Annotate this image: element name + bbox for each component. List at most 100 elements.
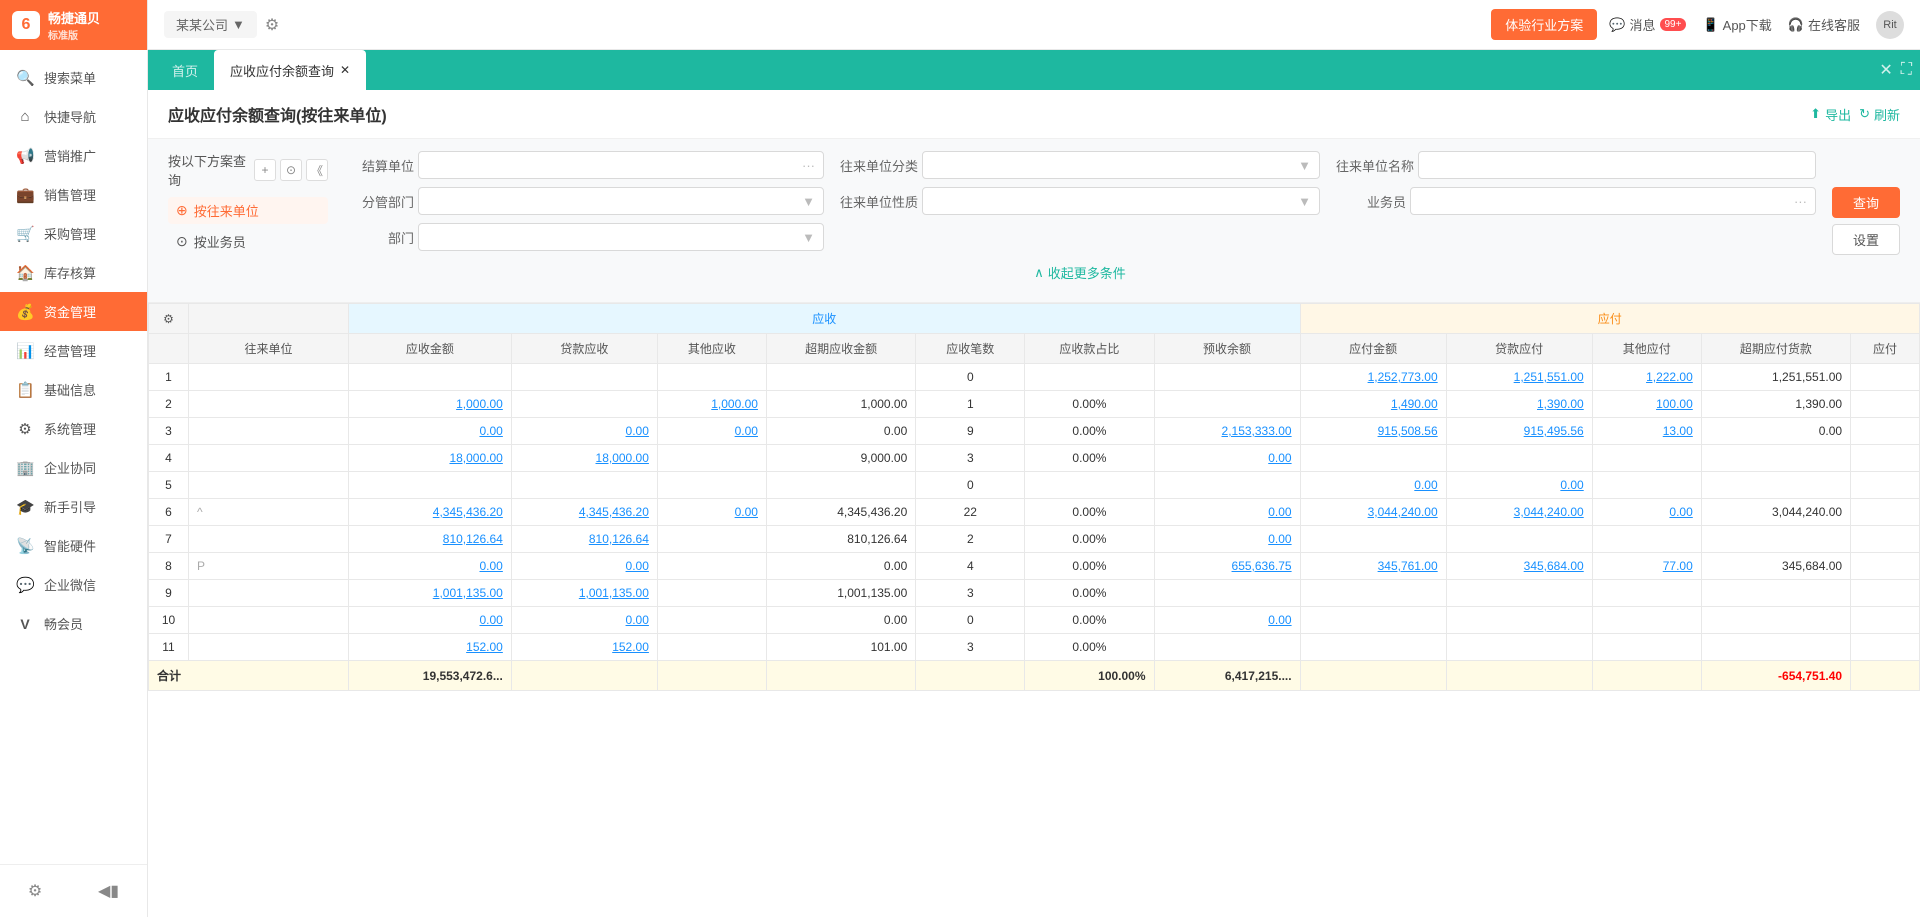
scheme-item-partner[interactable]: ⊕ 按往来单位	[168, 197, 328, 224]
sidebar-item-capital[interactable]: 💰 资金管理	[0, 292, 147, 331]
sidebar-item-base-info[interactable]: 📋 基础信息	[0, 370, 147, 409]
th-prepay[interactable]: 预收余额	[1154, 334, 1300, 364]
division-dept-select[interactable]: ▼	[418, 187, 824, 215]
sidebar-item-inventory[interactable]: 🏠 库存核算	[0, 253, 147, 292]
th-ar-ratio[interactable]: 应收款占比	[1025, 334, 1154, 364]
cell-ar-count: 2	[916, 526, 1025, 553]
th-overdue-ap[interactable]: 超期应付货款	[1701, 334, 1850, 364]
scheme-item-salesman[interactable]: ⊙ 按业务员	[168, 228, 328, 255]
cell-overdue-ar: 101.00	[766, 634, 915, 661]
sidebar-item-system[interactable]: ⚙ 系统管理	[0, 409, 147, 448]
tabbar-expand-button[interactable]: ⛶	[1901, 61, 1912, 79]
sidebar-item-purchase[interactable]: 🛒 采购管理	[0, 214, 147, 253]
online-service-button[interactable]: 🎧 在线客服	[1788, 15, 1860, 34]
export-button[interactable]: ⬆ 导出	[1810, 105, 1851, 124]
sidebar-item-marketing[interactable]: 📢 营销推广	[0, 136, 147, 175]
settlement-unit-input[interactable]: ···	[418, 151, 824, 179]
partner-name-input[interactable]	[1418, 151, 1816, 179]
cell-ap-amount	[1300, 607, 1446, 634]
cell-ap-more	[1851, 634, 1920, 661]
th-ap-more[interactable]: 应付	[1851, 334, 1920, 364]
sidebar-settings-button[interactable]: ⚙	[16, 875, 54, 907]
cell-overdue-ar: 0.00	[766, 418, 915, 445]
promo-button[interactable]: 体验行业方案	[1491, 9, 1597, 40]
footer-ar-count	[916, 661, 1025, 691]
dept-select[interactable]: ▼	[418, 223, 824, 251]
corp-collab-icon: 🏢	[16, 459, 34, 477]
filter-target-button[interactable]: ⊙	[280, 159, 302, 181]
th-loan-ar[interactable]: 贷款应收	[511, 334, 657, 364]
tab-close-icon[interactable]: ✕	[340, 63, 350, 77]
th-ar-count[interactable]: 应收笔数	[916, 334, 1025, 364]
th-overdue-ar[interactable]: 超期应收金额	[766, 334, 915, 364]
cell-row-num: 10	[149, 607, 189, 634]
scheme-partner-label: 按往来单位	[194, 201, 259, 220]
page: 应收应付余额查询(按往来单位) ⬆ 导出 ↻ 刷新 按以下方案查询	[148, 90, 1920, 917]
filter-back-button[interactable]: 《	[306, 159, 328, 181]
th-loan-ap[interactable]: 贷款应付	[1446, 334, 1592, 364]
quick-nav-icon: ⌂	[16, 108, 34, 125]
table-row: 9 1,001,135.00 1,001,135.00 1,001,135.00…	[149, 580, 1920, 607]
ar-group-header: 应收	[349, 304, 1301, 334]
partner-category-select[interactable]: ▼	[922, 151, 1320, 179]
header-gear-icon[interactable]: ⚙	[265, 15, 279, 35]
cell-ar-amount: 18,000.00	[349, 445, 512, 472]
table-row: 2 1,000.00 1,000.00 1,000.00 1 0.00% 1,4…	[149, 391, 1920, 418]
message-button[interactable]: 💬 消息 99+	[1609, 15, 1686, 34]
page-actions: ⬆ 导出 ↻ 刷新	[1810, 105, 1900, 124]
cell-overdue-ap: 1,390.00	[1701, 391, 1850, 418]
filter-salesman: 业务员 ···	[1336, 187, 1816, 215]
cell-loan-ap: 0.00	[1446, 472, 1592, 499]
sidebar-item-quick-nav[interactable]: ⌂ 快捷导航	[0, 97, 147, 136]
tab-ar-query[interactable]: 应收应付余额查询 ✕	[214, 50, 366, 90]
sidebar-item-vip[interactable]: V 畅会员	[0, 604, 147, 643]
app-edition: 标准版	[48, 27, 100, 42]
filter-scheme-label: 按以下方案查询	[168, 151, 248, 189]
th-other-ar[interactable]: 其他应收	[657, 334, 766, 364]
cell-loan-ar: 1,001,135.00	[511, 580, 657, 607]
cell-other-ar: 0.00	[657, 418, 766, 445]
th-ar-amount[interactable]: 应收金额	[349, 334, 512, 364]
sidebar-item-corp-wechat[interactable]: 💬 企业微信	[0, 565, 147, 604]
cell-prepay: 0.00	[1154, 445, 1300, 472]
sidebar-item-operations[interactable]: 📊 经营管理	[0, 331, 147, 370]
cell-partner	[189, 526, 349, 553]
sidebar-item-search-menu[interactable]: 🔍 搜索菜单	[0, 58, 147, 97]
app-logo-icon: 6	[12, 11, 40, 39]
table-body: 1 0 1,252,773.00 1,251,551.00 1,222.00 1…	[149, 364, 1920, 661]
partner-nature-select[interactable]: ▼	[922, 187, 1320, 215]
partner-nature-label: 往来单位性质	[840, 192, 918, 211]
settings-col-header[interactable]: ⚙	[149, 304, 189, 334]
cell-ar-amount: 810,126.64	[349, 526, 512, 553]
user-avatar[interactable]: Rit	[1876, 11, 1904, 39]
sidebar-item-smart-hw[interactable]: 📡 智能硬件	[0, 526, 147, 565]
app-download-button[interactable]: 📱 App下载	[1702, 15, 1771, 34]
header-right: 💬 消息 99+ 📱 App下载 🎧 在线客服 Rit	[1609, 11, 1904, 39]
cell-prepay: 655,636.75	[1154, 553, 1300, 580]
cell-loan-ar: 0.00	[511, 553, 657, 580]
query-button[interactable]: 查询	[1832, 187, 1900, 218]
table-footer: 合计 19,553,472.6... 100.00% 6,417,215....…	[149, 661, 1920, 691]
org-selector[interactable]: 某某公司 ▼	[164, 11, 257, 38]
tabbar-close-button[interactable]: ✕	[1879, 60, 1892, 80]
th-other-ap[interactable]: 其他应付	[1592, 334, 1701, 364]
collapse-filter-button[interactable]: ∧ 收起更多条件	[344, 259, 1816, 286]
sidebar-item-label: 新手引导	[44, 497, 96, 516]
filter-add-button[interactable]: +	[254, 159, 276, 181]
refresh-button[interactable]: ↻ 刷新	[1859, 105, 1900, 124]
tab-home[interactable]: 首页	[156, 50, 214, 90]
cell-ar-count: 0	[916, 472, 1025, 499]
sidebar-item-guide[interactable]: 🎓 新手引导	[0, 487, 147, 526]
setting-button[interactable]: 设置	[1832, 224, 1900, 255]
cell-other-ap: 13.00	[1592, 418, 1701, 445]
sidebar-collapse-button[interactable]: ◀▮	[86, 875, 131, 907]
cell-ap-amount: 0.00	[1300, 472, 1446, 499]
filter-partner-name: 往来单位名称	[1336, 151, 1816, 179]
cell-other-ar: 0.00	[657, 499, 766, 526]
salesman-input[interactable]: ···	[1410, 187, 1816, 215]
cell-ar-count: 4	[916, 553, 1025, 580]
sidebar-item-corp-collab[interactable]: 🏢 企业协同	[0, 448, 147, 487]
cell-ar-count: 0	[916, 364, 1025, 391]
th-ap-amount[interactable]: 应付金额	[1300, 334, 1446, 364]
sidebar-item-sales[interactable]: 💼 销售管理	[0, 175, 147, 214]
